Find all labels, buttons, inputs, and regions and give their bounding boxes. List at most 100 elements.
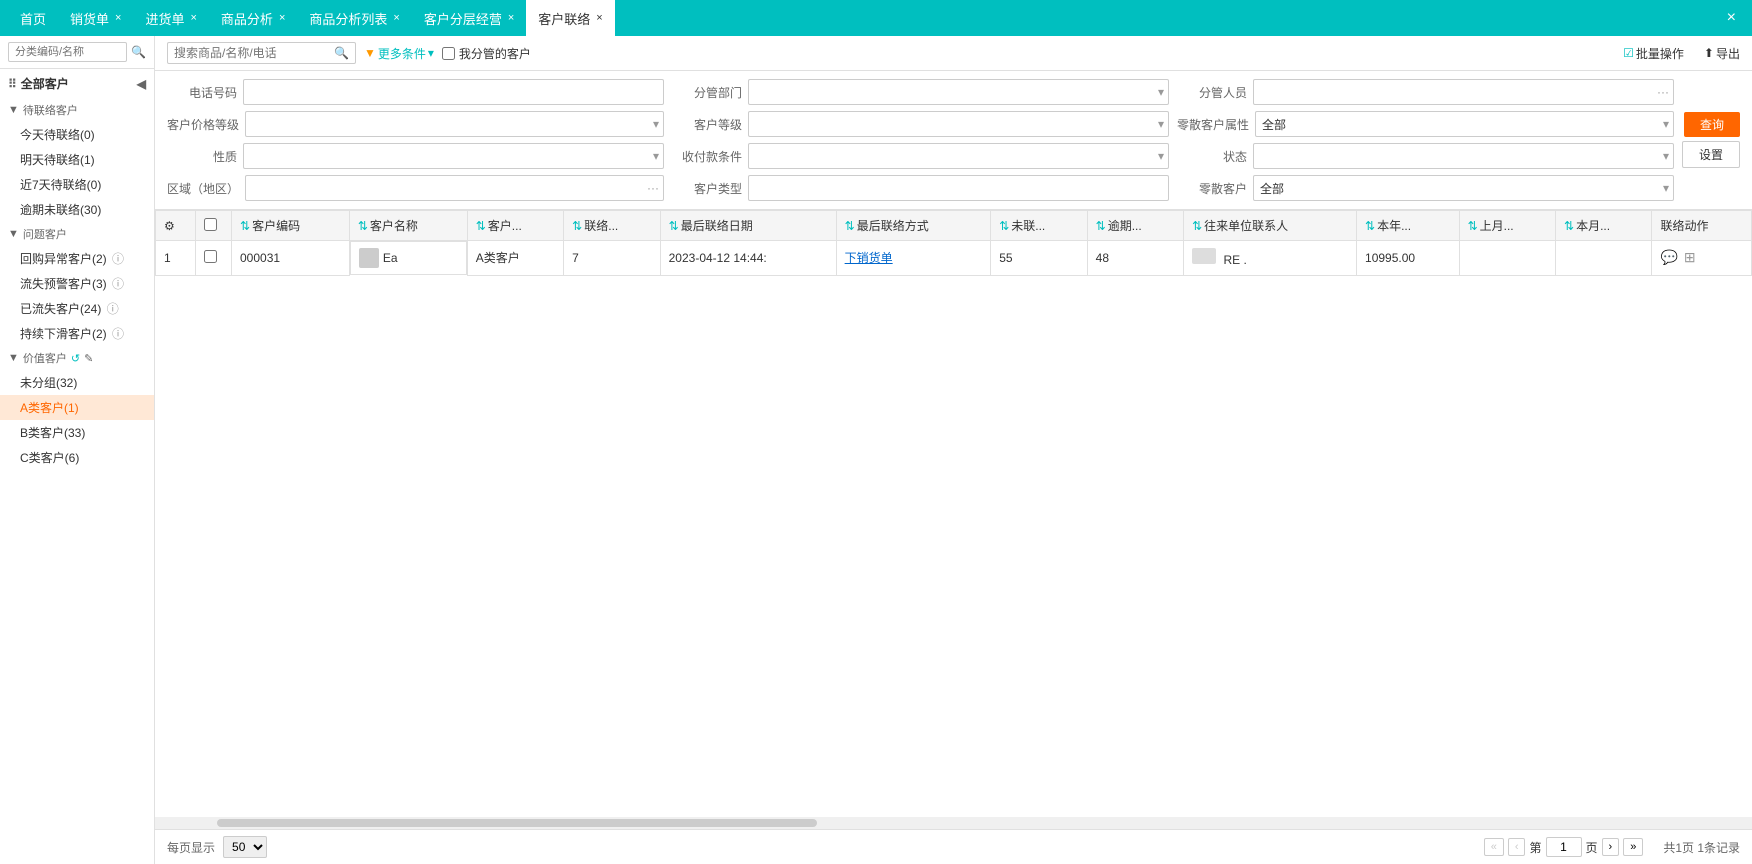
col-checkbox[interactable] <box>196 211 232 241</box>
scrollbar-thumb[interactable] <box>217 819 817 827</box>
sidebar-item-overdue[interactable]: 逾期未联络(30) <box>0 197 154 222</box>
nav-customer-contact[interactable]: 客户联络 × <box>526 0 614 36</box>
filter-price-level-input[interactable]: ▾ <box>245 111 664 137</box>
nav-product-analysis[interactable]: 商品分析 × <box>209 0 297 36</box>
filter-nature-input[interactable]: ▾ <box>243 143 664 169</box>
refresh-icon[interactable]: ↺ <box>71 352 80 365</box>
sort-uncontacted[interactable]: ⇅ <box>999 219 1009 233</box>
close-purchase-order[interactable]: × <box>190 12 196 24</box>
sidebar-item-7days[interactable]: 近7天待联络(0) <box>0 172 154 197</box>
collapse-sidebar-icon[interactable]: ◀ <box>137 77 146 91</box>
sort-last-date[interactable]: ⇅ <box>669 219 679 233</box>
search-input-wrap[interactable]: 🔍 <box>167 42 356 64</box>
batch-operation-button[interactable]: ☑ 批量操作 <box>1623 45 1684 62</box>
last-method-link[interactable]: 下销货单 <box>845 251 893 265</box>
col-last-month: ⇅上月... <box>1459 211 1555 241</box>
sort-this-month[interactable]: ⇅ <box>1564 219 1574 233</box>
close-sales-order[interactable]: × <box>115 12 121 24</box>
sidebar-item-class-c[interactable]: C类客户(6) <box>0 445 154 470</box>
query-buttons: 查询 设置 <box>1682 79 1740 201</box>
total-info: 共1页 1条记录 <box>1663 839 1740 856</box>
edit-icon[interactable]: ✎ <box>84 352 93 365</box>
query-button[interactable]: 查询 <box>1684 112 1740 137</box>
search-input[interactable] <box>174 46 334 60</box>
nav-product-analysis-list[interactable]: 商品分析列表 × <box>297 0 411 36</box>
sort-last-method[interactable]: ⇅ <box>845 219 855 233</box>
cell-name[interactable]: Ea <box>350 241 467 275</box>
sort-this-year[interactable]: ⇅ <box>1365 219 1375 233</box>
search-filter-icon[interactable]: 🔍 <box>334 46 349 60</box>
filter-dept-input[interactable]: ▾ <box>748 79 1169 105</box>
grid-action-icon[interactable]: ⊞ <box>1684 249 1696 266</box>
sort-type[interactable]: ⇅ <box>476 219 486 233</box>
sidebar-item-repurchase-abnormal[interactable]: 回购异常客户(2) ⓘ <box>0 246 154 271</box>
col-settings[interactable]: ⚙ <box>156 211 196 241</box>
sort-contact[interactable]: ⇅ <box>572 219 582 233</box>
filter-customer-level-input[interactable]: ▾ <box>748 111 1169 137</box>
sort-last-month[interactable]: ⇅ <box>1468 219 1478 233</box>
nav-sales-order[interactable]: 销货单 × <box>58 0 133 36</box>
sidebar-item-today[interactable]: 今天待联络(0) <box>0 122 154 147</box>
dots-icon: ⠿ <box>8 77 17 91</box>
sort-code[interactable]: ⇅ <box>240 219 250 233</box>
page-size-select[interactable]: 50 <box>223 836 267 858</box>
filter-payment-input[interactable]: ▾ <box>748 143 1169 169</box>
page-number-input[interactable] <box>1546 837 1582 857</box>
more-filter-button[interactable]: ▼ 更多条件 ▾ <box>364 45 434 62</box>
row-checkbox[interactable] <box>204 250 217 263</box>
sidebar-group-value[interactable]: ▼ 价值客户 ↺ ✎ <box>0 346 154 370</box>
sidebar-search-input[interactable] <box>8 42 127 62</box>
first-page-button[interactable]: « <box>1484 838 1504 856</box>
cell-index: 1 <box>156 241 196 276</box>
sidebar-item-declining[interactable]: 持续下滑客户(2) ⓘ <box>0 321 154 346</box>
nav-purchase-order[interactable]: 进货单 × <box>133 0 208 36</box>
nav-home[interactable]: 首页 <box>8 0 58 36</box>
filter-customer-type-input[interactable] <box>748 175 1169 201</box>
sidebar-item-tomorrow[interactable]: 明天待联络(1) <box>0 147 154 172</box>
nav-customer-segment[interactable]: 客户分层经营 × <box>412 0 526 36</box>
person-dots-btn[interactable]: ··· <box>1657 85 1669 99</box>
filter-nature: 性质 ▾ <box>167 143 664 169</box>
filter-price-level: 客户价格等级 ▾ <box>167 111 664 137</box>
region-dots-btn[interactable]: ··· <box>647 181 659 195</box>
my-customer-check[interactable] <box>442 47 455 60</box>
my-customer-checkbox[interactable]: 我分管的客户 <box>442 45 531 62</box>
sidebar-item-churned[interactable]: 已流失客户(24) ⓘ <box>0 296 154 321</box>
export-button[interactable]: ⬆ 导出 <box>1704 45 1740 62</box>
close-customer-segment[interactable]: × <box>508 12 514 24</box>
settings-button[interactable]: 设置 <box>1682 141 1740 168</box>
prev-page-button[interactable]: ‹ <box>1508 838 1526 856</box>
cell-checkbox[interactable] <box>196 241 232 276</box>
filter-retail-input[interactable]: 全部 ▾ <box>1253 175 1674 201</box>
all-customer-header[interactable]: ⠿ 全部客户 ◀ <box>0 69 154 98</box>
sort-unit-contact[interactable]: ⇅ <box>1192 219 1202 233</box>
next-page-button[interactable]: › <box>1602 838 1620 856</box>
sidebar-search-icon[interactable]: 🔍 <box>131 45 146 59</box>
sidebar-group-pending[interactable]: ▼ 待联络客户 <box>0 98 154 122</box>
chat-action-icon[interactable]: 💬 <box>1660 249 1677 266</box>
close-product-analysis[interactable]: × <box>279 12 285 24</box>
sort-name[interactable]: ⇅ <box>358 219 368 233</box>
sidebar-item-class-b[interactable]: B类客户(33) <box>0 420 154 445</box>
cell-this-month <box>1556 241 1652 276</box>
sidebar-item-churn-warning[interactable]: 流失预警客户(3) ⓘ <box>0 271 154 296</box>
cell-contact-count: 7 <box>564 241 660 276</box>
filter-person-input[interactable]: ··· <box>1253 79 1674 105</box>
filter-phone-input[interactable] <box>243 79 664 105</box>
sidebar-group-problem[interactable]: ▼ 问题客户 <box>0 222 154 246</box>
horizontal-scrollbar[interactable] <box>155 817 1752 829</box>
last-page-button[interactable]: » <box>1623 838 1643 856</box>
close-product-analysis-list[interactable]: × <box>393 12 399 24</box>
cell-last-method[interactable]: 下销货单 <box>836 241 991 276</box>
filter-region-input[interactable]: ··· <box>245 175 664 201</box>
filter-retail-attr-input[interactable]: 全部 ▾ <box>1255 111 1674 137</box>
filter-status-input[interactable]: ▾ <box>1253 143 1674 169</box>
sidebar-item-class-a[interactable]: A类客户(1) <box>0 395 154 420</box>
top-navigation: 首页 销货单 × 进货单 × 商品分析 × 商品分析列表 × 客户分层经营 × … <box>0 0 1752 36</box>
window-close-button[interactable]: × <box>1719 9 1744 27</box>
close-customer-contact[interactable]: × <box>596 12 602 24</box>
sort-overdue[interactable]: ⇅ <box>1096 219 1106 233</box>
sidebar-item-unclassified[interactable]: 未分组(32) <box>0 370 154 395</box>
select-all-checkbox[interactable] <box>204 218 217 231</box>
filter-retail-attr-label: 零散客户属性 <box>1177 116 1249 133</box>
